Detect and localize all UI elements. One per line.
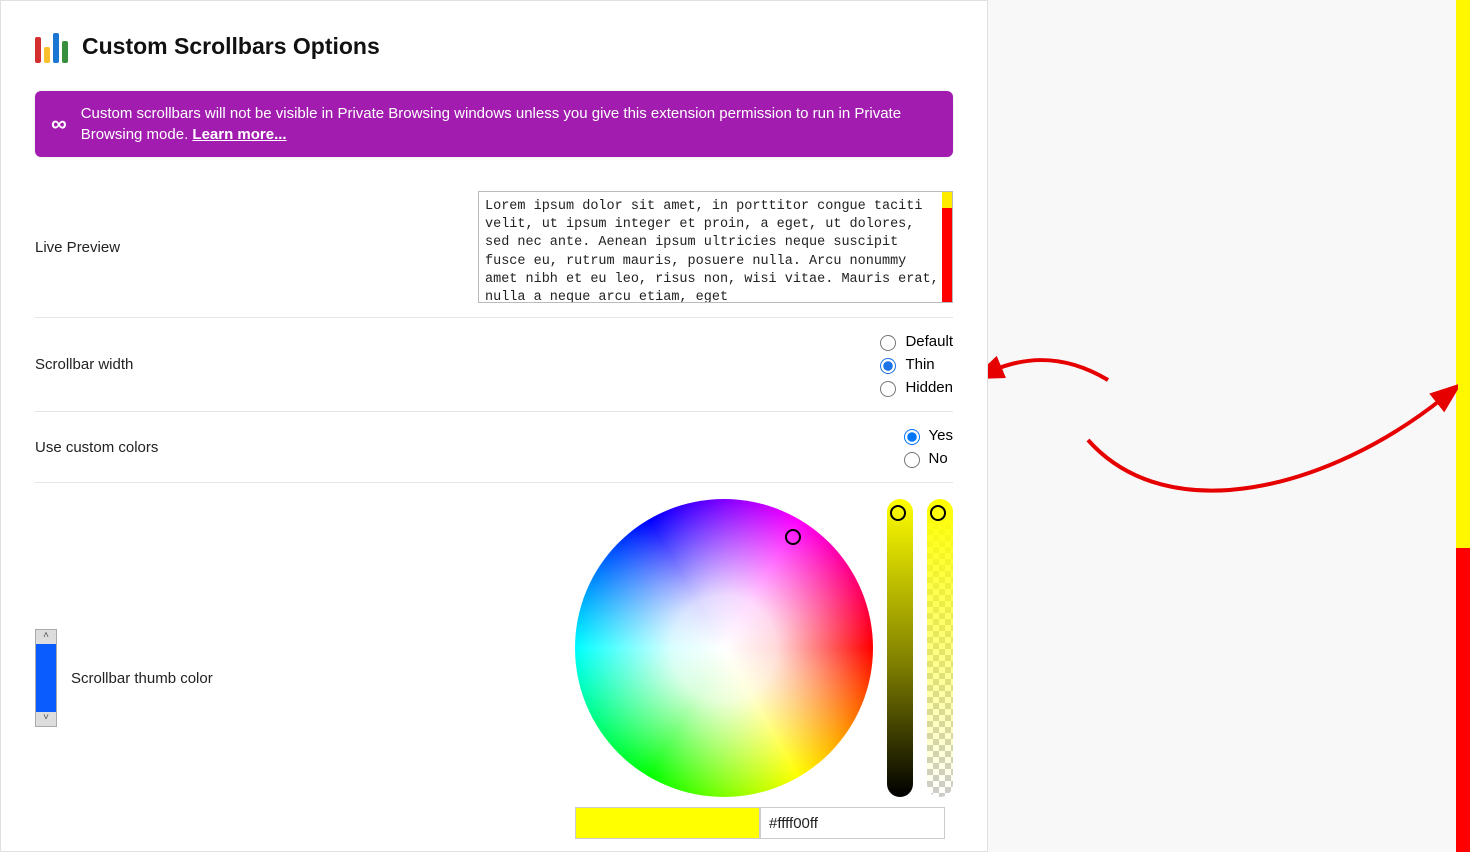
width-option-hidden[interactable]: Hidden	[875, 378, 953, 397]
color-wheel[interactable]	[575, 499, 873, 797]
color-swatch	[575, 807, 760, 839]
thumb-left-group: ˄ ˅ Scrollbar thumb color	[35, 629, 213, 727]
width-radio-thin[interactable]	[880, 358, 896, 374]
luminance-slider[interactable]	[887, 499, 913, 797]
private-browsing-banner: ∞ Custom scrollbars will not be visible …	[35, 91, 953, 157]
scrollbar-width-label: Scrollbar width	[35, 356, 133, 373]
width-radio-default[interactable]	[880, 335, 896, 351]
page-title: Custom Scrollbars Options	[82, 33, 380, 60]
width-radio-hidden[interactable]	[880, 381, 896, 397]
colors-radio-yes[interactable]	[904, 429, 920, 445]
color-wheel-handle[interactable]	[785, 529, 801, 545]
width-option-thin[interactable]: Thin	[875, 355, 953, 374]
custom-colors-options: Yes No	[899, 426, 953, 468]
page-right-region	[988, 0, 1470, 852]
scroll-up-button[interactable]: ˄	[36, 630, 56, 644]
annotation-arrows-icon	[988, 340, 1458, 540]
color-picker	[575, 499, 953, 839]
thumb-color-label: Scrollbar thumb color	[71, 670, 213, 687]
hex-input[interactable]	[760, 807, 945, 839]
thumb-color-row: ˄ ˅ Scrollbar thumb color	[35, 483, 953, 852]
learn-more-link[interactable]: Learn more...	[192, 126, 286, 143]
live-preview-box[interactable]: Lorem ipsum dolor sit amet, in porttitor…	[478, 191, 953, 303]
mini-scrollbar-preview: ˄ ˅	[35, 629, 57, 727]
options-panel: Custom Scrollbars Options ∞ Custom scrol…	[0, 0, 988, 852]
page-scrollbar-thumb[interactable]	[1456, 548, 1470, 852]
luminance-handle[interactable]	[890, 505, 906, 521]
custom-colors-row: Use custom colors Yes No	[35, 412, 953, 483]
preview-text: Lorem ipsum dolor sit amet, in porttitor…	[485, 199, 939, 303]
colors-option-no[interactable]: No	[899, 449, 953, 468]
scrollbar-width-options: Default Thin Hidden	[875, 332, 953, 397]
header: Custom Scrollbars Options	[35, 29, 953, 63]
scrollbar-width-row: Scrollbar width Default Thin Hidden	[35, 318, 953, 412]
infinity-icon: ∞	[51, 111, 67, 137]
alpha-slider[interactable]	[927, 499, 953, 797]
live-preview-row: Live Preview Lorem ipsum dolor sit amet,…	[35, 177, 953, 318]
alpha-handle[interactable]	[930, 505, 946, 521]
live-preview-label: Live Preview	[35, 239, 120, 256]
colors-option-yes[interactable]: Yes	[899, 426, 953, 445]
preview-scrollbar-thumb[interactable]	[942, 208, 952, 303]
width-option-default[interactable]: Default	[875, 332, 953, 351]
scroll-down-button[interactable]: ˅	[36, 712, 56, 726]
app-logo-icon	[35, 29, 68, 63]
scroll-thumb-preview[interactable]	[36, 644, 56, 712]
colors-radio-no[interactable]	[904, 452, 920, 468]
custom-colors-label: Use custom colors	[35, 439, 158, 456]
banner-text: Custom scrollbars will not be visible in…	[81, 103, 937, 145]
